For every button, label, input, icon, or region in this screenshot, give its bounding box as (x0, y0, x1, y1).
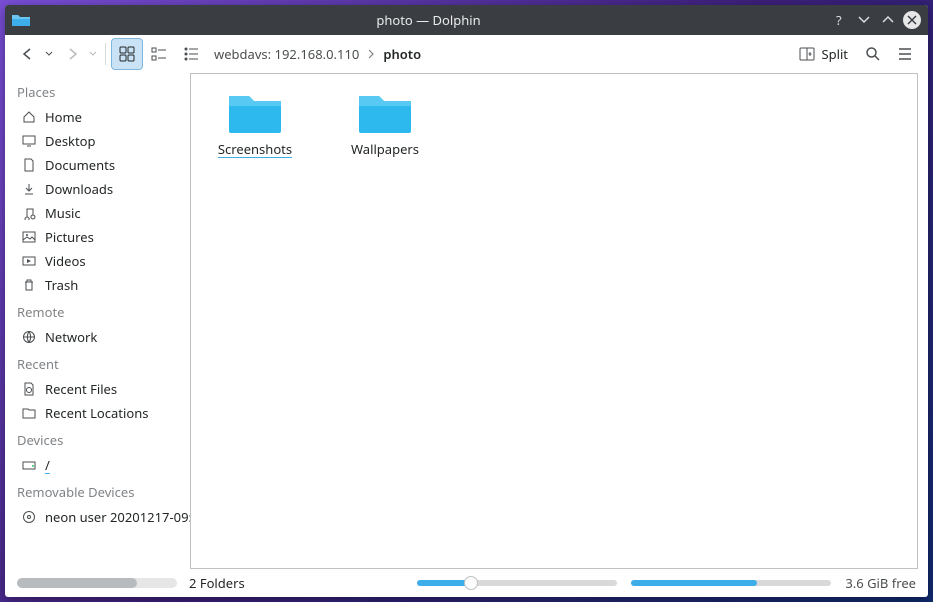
dolphin-window: photo — Dolphin ? webdavs: 192.168.0.110… (5, 5, 928, 597)
sidebar-item-documents[interactable]: Documents (5, 153, 190, 177)
folder-wallpapers[interactable]: Wallpapers (335, 86, 435, 158)
sidebar-item-music[interactable]: Music (5, 201, 190, 225)
home-icon (21, 109, 37, 125)
sidebar-item-videos[interactable]: Videos (5, 249, 190, 273)
section-remote: Remote (5, 297, 190, 325)
sidebar-item-home[interactable]: Home (5, 105, 190, 129)
pictures-icon (21, 229, 37, 245)
sidebar-item-label: Trash (45, 276, 78, 294)
hamburger-menu-button[interactable] (890, 39, 920, 69)
breadcrumb-current[interactable]: photo (383, 45, 421, 63)
sidebar-item-label: Documents (45, 156, 115, 174)
nav-forward-group (57, 39, 99, 69)
sidebar-scrollbar[interactable] (17, 578, 177, 588)
sidebar-item-removable-0[interactable]: neon user 20201217-09:5 (5, 505, 190, 529)
sidebar-item-recent-locations[interactable]: Recent Locations (5, 401, 190, 425)
videos-icon (21, 253, 37, 269)
sidebar-item-label: / (45, 456, 50, 474)
maximize-button[interactable] (878, 10, 898, 30)
zoom-slider[interactable] (417, 580, 617, 586)
section-devices: Devices (5, 425, 190, 453)
network-icon (21, 329, 37, 345)
file-area[interactable]: Screenshots Wallpapers (190, 73, 918, 569)
help-button[interactable]: ? (830, 10, 850, 30)
breadcrumb: webdavs: 192.168.0.110 photo (208, 45, 789, 63)
folder-screenshots[interactable]: Screenshots (205, 86, 305, 158)
sidebar-item-label: Downloads (45, 180, 113, 198)
sidebar-item-trash[interactable]: Trash (5, 273, 190, 297)
disc-icon (21, 509, 37, 525)
sidebar-item-recent-files[interactable]: Recent Files (5, 377, 190, 401)
folder-label: Wallpapers (351, 140, 419, 158)
sidebar-item-label: Videos (45, 252, 86, 270)
sidebar-item-downloads[interactable]: Downloads (5, 177, 190, 201)
downloads-icon (21, 181, 37, 197)
trash-icon (21, 277, 37, 293)
close-button[interactable] (902, 10, 922, 30)
chevron-right-icon (367, 49, 375, 59)
sidebar-item-label: neon user 20201217-09:5 (45, 508, 190, 526)
status-count: 2 Folders (189, 574, 245, 592)
music-icon (21, 205, 37, 221)
view-icons-button[interactable] (112, 39, 142, 69)
back-history-chevron-icon[interactable] (43, 39, 55, 69)
sidebar-item-network[interactable]: Network (5, 325, 190, 349)
sidebar-item-pictures[interactable]: Pictures (5, 225, 190, 249)
content: Screenshots Wallpapers (190, 73, 928, 569)
sidebar-item-desktop[interactable]: Desktop (5, 129, 190, 153)
recent-files-icon (21, 381, 37, 397)
folder-icon (355, 86, 415, 136)
sidebar-item-label: Home (45, 108, 82, 126)
window-title: photo — Dolphin (31, 11, 826, 29)
section-removable: Removable Devices (5, 477, 190, 505)
sidebar-item-label: Recent Files (45, 380, 117, 398)
free-space-label: 3.6 GiB free (845, 574, 916, 592)
desktop-icon (21, 133, 37, 149)
documents-icon (21, 157, 37, 173)
body: Places Home Desktop Documents Downloads … (5, 73, 928, 569)
drive-icon (21, 457, 37, 473)
split-label: Split (821, 45, 848, 63)
split-button[interactable]: Split (791, 39, 856, 69)
nav-back-group (13, 39, 55, 69)
sidebar-item-root[interactable]: / (5, 453, 190, 477)
minimize-button[interactable] (854, 10, 874, 30)
section-recent: Recent (5, 349, 190, 377)
sidebar-item-label: Desktop (45, 132, 96, 150)
toolbar-separator (105, 43, 106, 65)
forward-button[interactable] (57, 39, 87, 69)
section-places: Places (5, 77, 190, 105)
forward-history-chevron-icon[interactable] (87, 39, 99, 69)
sidebar-item-label: Pictures (45, 228, 94, 246)
search-button[interactable] (858, 39, 888, 69)
sidebar-item-label: Network (45, 328, 97, 346)
app-icon (11, 12, 31, 28)
back-button[interactable] (13, 39, 43, 69)
toolbar: webdavs: 192.168.0.110 photo Split (5, 35, 928, 73)
recent-locations-icon (21, 405, 37, 421)
statusbar: 2 Folders 3.6 GiB free (5, 569, 928, 597)
view-details-button[interactable] (176, 39, 206, 69)
folder-label: Screenshots (218, 140, 292, 158)
view-compact-button[interactable] (144, 39, 174, 69)
sidebar-item-label: Recent Locations (45, 404, 148, 422)
breadcrumb-root[interactable]: webdavs: 192.168.0.110 (214, 45, 359, 63)
folder-icon (225, 86, 285, 136)
sidebar: Places Home Desktop Documents Downloads … (5, 73, 190, 569)
free-space-bar (631, 580, 831, 586)
svg-text:?: ? (836, 13, 842, 27)
split-icon (799, 46, 815, 62)
titlebar: photo — Dolphin ? (5, 5, 928, 35)
sidebar-item-label: Music (45, 204, 81, 222)
